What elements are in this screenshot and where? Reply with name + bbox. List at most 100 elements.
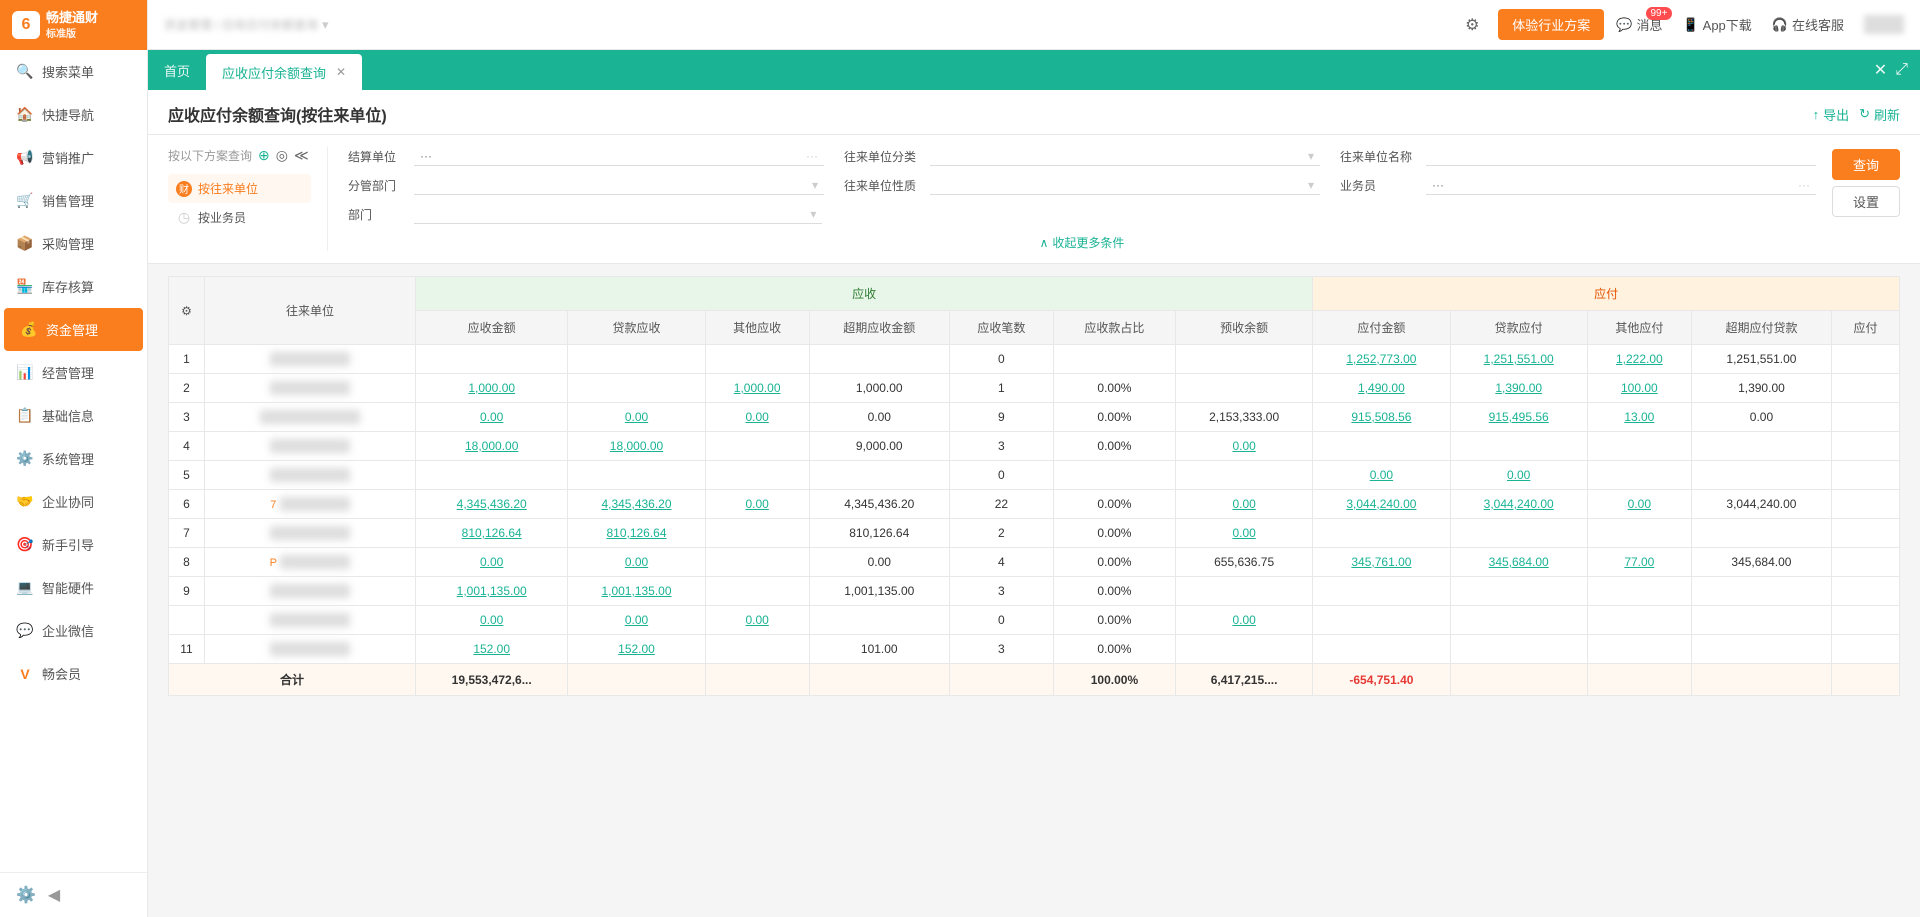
scheme-by-unit[interactable]: 财 按往来单位 — [168, 174, 311, 203]
sidebar-item-basic[interactable]: 📋 基础信息 — [0, 394, 147, 437]
sidebar-item-wechat[interactable]: 💬 企业微信 — [0, 609, 147, 652]
dropdown-arrow-icon[interactable]: ▾ — [322, 17, 329, 33]
refresh-button[interactable]: ↻ 刷新 — [1859, 105, 1900, 124]
scheme-unit-label: 按往来单位 — [198, 180, 258, 197]
expand-tab-action[interactable]: ⤢ — [1895, 61, 1908, 79]
scheme-staff-label: 按业务员 — [198, 209, 246, 226]
tab-balance-query[interactable]: 应收应付余额查询 ✕ — [206, 54, 362, 90]
service-icon: 🎧 — [1772, 17, 1788, 33]
prepay-bal-cell — [1175, 345, 1312, 374]
th-loan-ar: 贷款应收 — [568, 311, 705, 345]
tabbar: 首页 应收应付余额查询 ✕ ✕ ⤢ — [148, 50, 1920, 90]
table-footer-row: 合计 19,553,472,6... 100.00% 6,417,215....… — [169, 664, 1900, 696]
sidebar-item-inventory[interactable]: 🏪 库存核算 — [0, 265, 147, 308]
export-icon: ↑ — [1813, 107, 1820, 122]
other-ar-cell — [705, 345, 809, 374]
tab-home[interactable]: 首页 — [148, 50, 206, 90]
tab-balance-label: 应收应付余额查询 — [222, 63, 326, 82]
logo-text: 畅捷通财 — [46, 10, 98, 26]
chevron-up-icon: ∧ — [1040, 236, 1049, 250]
gear-icon[interactable]: ⚙ — [1458, 11, 1486, 39]
table-row: 0.00 0.00 0.00 0 0.00% 0.00 — [169, 606, 1900, 635]
unit-category-input[interactable] — [936, 149, 1308, 163]
collapse-filter-button[interactable]: ∧ 收起更多条件 — [348, 234, 1816, 251]
sidebar-item-system[interactable]: ⚙️ 系统管理 — [0, 437, 147, 480]
system-icon: ⚙️ — [16, 450, 34, 468]
filter-area: 按以下方案查询 ⊕ ◎ ≪ 财 按往来单位 ◷ 按业务员 — [148, 135, 1920, 264]
overdue-ap-cell: 1,251,551.00 — [1691, 345, 1831, 374]
app-download-button[interactable]: 📱 App下载 — [1682, 15, 1751, 34]
department-dropdown-icon[interactable]: ▾ — [810, 207, 816, 221]
edit-scheme-icon[interactable]: ◎ — [276, 147, 288, 164]
settlement-unit-input[interactable] — [420, 149, 806, 163]
sidebar-item-operation[interactable]: 📊 经营管理 — [0, 351, 147, 394]
ar-ratio-cell — [1053, 345, 1175, 374]
solution-button[interactable]: 体验行业方案 — [1498, 9, 1604, 40]
th-overdue-ar: 超期应收金额 — [809, 311, 949, 345]
th-ap-more: 应付 — [1832, 311, 1900, 345]
footer-ar-amount: 19,553,472,6... — [416, 664, 568, 696]
collapse-sidebar-icon[interactable]: ◀ — [48, 885, 60, 905]
table-row: 5 0 0.00 0.00 — [169, 461, 1900, 490]
sidebar-item-vip[interactable]: V 畅会员 — [0, 652, 147, 695]
department-input[interactable] — [420, 207, 810, 221]
setting-button[interactable]: 设置 — [1832, 186, 1900, 217]
table-row: 1 0 1,252,773.00 1,251,551.00 1,222.00 — [169, 345, 1900, 374]
page-actions: ↑ 导出 ↻ 刷新 — [1813, 105, 1900, 124]
sidebar-item-sales[interactable]: 🛒 销售管理 — [0, 179, 147, 222]
ar-count-cell: 0 — [949, 345, 1053, 374]
sidebar-item-label: 系统管理 — [42, 449, 94, 468]
sidebar-item-search[interactable]: 🔍 搜索菜单 — [0, 50, 147, 93]
branch-dept-dropdown-icon[interactable]: ▾ — [812, 178, 818, 192]
close-tab-action[interactable]: ✕ — [1874, 60, 1887, 80]
collapse-scheme-icon[interactable]: ≪ — [294, 147, 309, 164]
unit-nature-input[interactable] — [936, 178, 1308, 192]
ar-amount-cell — [416, 345, 568, 374]
tab-close-icon[interactable]: ✕ — [336, 65, 346, 79]
th-settings[interactable]: ⚙ — [169, 277, 205, 345]
finance-icon: 💰 — [20, 321, 38, 339]
branch-dept-input[interactable] — [420, 178, 812, 192]
operation-icon: 📊 — [16, 364, 34, 382]
sidebar-item-hardware[interactable]: 💻 智能硬件 — [0, 566, 147, 609]
sidebar-item-finance[interactable]: 💰 资金管理 — [4, 308, 143, 351]
user-info[interactable] — [1864, 17, 1904, 32]
settings-bottom-icon[interactable]: ⚙️ — [16, 885, 36, 905]
add-scheme-icon[interactable]: ⊕ — [258, 147, 270, 164]
export-button[interactable]: ↑ 导出 — [1813, 105, 1850, 124]
logo-sub: 标准版 — [46, 25, 98, 40]
column-settings-icon[interactable]: ⚙ — [181, 304, 192, 318]
hardware-icon: 💻 — [16, 579, 34, 597]
sidebar-item-label: 营销推广 — [42, 148, 94, 167]
salesperson-input[interactable] — [1432, 178, 1798, 192]
purchase-icon: 📦 — [16, 235, 34, 253]
ap-amount-cell: 1,252,773.00 — [1313, 345, 1450, 374]
unit-nature-dropdown-icon[interactable]: ▾ — [1308, 178, 1314, 192]
message-button[interactable]: 💬 消息 99+ — [1616, 15, 1662, 34]
sidebar-item-guide[interactable]: 🎯 新手引导 — [0, 523, 147, 566]
sidebar-item-label: 资金管理 — [46, 320, 98, 339]
sidebar-item-label: 快捷导航 — [42, 105, 94, 124]
scheme-unit-icon: 财 — [176, 181, 192, 197]
sidebar-item-purchase[interactable]: 📦 采购管理 — [0, 222, 147, 265]
unit-name-input[interactable] — [1432, 149, 1810, 163]
page-header: 应收应付余额查询(按往来单位) ↑ 导出 ↻ 刷新 — [148, 90, 1920, 135]
unit-category-dropdown-icon[interactable]: ▾ — [1308, 149, 1314, 163]
guide-icon: 🎯 — [16, 536, 34, 554]
unit-name-label: 往来单位名称 — [1340, 148, 1420, 165]
table-row: 6 7 4,345,436.20 4,345,436.20 0.00 4,345… — [169, 490, 1900, 519]
topbar-right: 💬 消息 99+ 📱 App下载 🎧 在线客服 — [1616, 15, 1904, 34]
table-scroll[interactable]: ⚙ 往来单位 应收 应付 应收金额 贷款应收 其他应收 超期应收金额 应收笔数 … — [168, 264, 1900, 696]
app-icon: 📱 — [1682, 17, 1698, 33]
footer-ar-ratio: 100.00% — [1053, 664, 1175, 696]
scheme-by-staff[interactable]: ◷ 按业务员 — [168, 203, 311, 232]
sidebar-item-quick-nav[interactable]: 🏠 快捷导航 — [0, 93, 147, 136]
sidebar-item-label: 搜索菜单 — [42, 62, 94, 81]
overdue-ar-cell — [809, 345, 949, 374]
th-ar-amount: 应收金额 — [416, 311, 568, 345]
query-button[interactable]: 查询 — [1832, 149, 1900, 180]
seq-cell: 1 — [169, 345, 205, 374]
sidebar-item-marketing[interactable]: 📢 营销推广 — [0, 136, 147, 179]
online-service-button[interactable]: 🎧 在线客服 — [1772, 15, 1844, 34]
sidebar-item-enterprise[interactable]: 🤝 企业协同 — [0, 480, 147, 523]
